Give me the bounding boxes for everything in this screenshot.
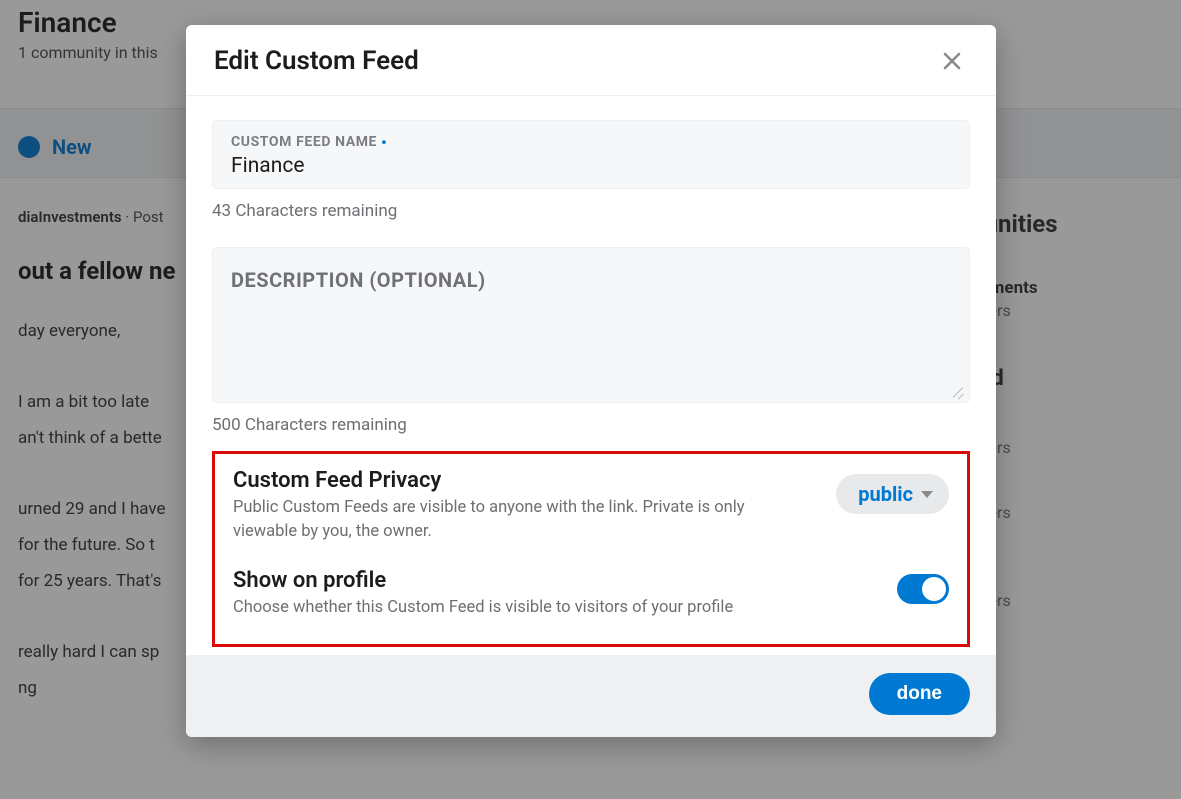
toggle-knob — [922, 577, 946, 601]
close-icon — [940, 49, 964, 73]
description-counter: 500 Characters remaining — [212, 415, 970, 435]
modal-footer: done — [186, 655, 996, 737]
close-button[interactable] — [936, 45, 968, 77]
feed-name-counter: 43 Characters remaining — [212, 201, 970, 221]
modal-header: Edit Custom Feed — [186, 25, 996, 96]
privacy-value: public — [858, 482, 913, 506]
privacy-dropdown[interactable]: public — [836, 474, 949, 514]
highlighted-settings: Custom Feed Privacy Public Custom Feeds … — [212, 451, 970, 647]
show-profile-desc: Choose whether this Custom Feed is visib… — [233, 596, 733, 620]
description-field[interactable] — [212, 247, 970, 403]
privacy-desc: Public Custom Feeds are visible to anyon… — [233, 496, 793, 544]
privacy-title: Custom Feed Privacy — [233, 468, 793, 493]
chevron-down-icon — [921, 491, 933, 498]
privacy-row: Custom Feed Privacy Public Custom Feeds … — [233, 468, 949, 544]
description-textarea[interactable] — [213, 248, 969, 402]
done-button[interactable]: done — [869, 673, 970, 715]
feed-name-input[interactable] — [231, 154, 951, 178]
modal-body: CUSTOM FEED NAME• 43 Characters remainin… — [186, 96, 996, 655]
modal-title: Edit Custom Feed — [214, 46, 419, 76]
feed-name-label: CUSTOM FEED NAME• — [231, 133, 951, 152]
show-profile-toggle[interactable] — [897, 574, 949, 604]
edit-custom-feed-modal: Edit Custom Feed CUSTOM FEED NAME• 43 Ch… — [186, 25, 996, 737]
show-on-profile-row: Show on profile Choose whether this Cust… — [233, 568, 949, 620]
show-profile-title: Show on profile — [233, 568, 733, 593]
feed-name-field[interactable]: CUSTOM FEED NAME• — [212, 120, 970, 189]
